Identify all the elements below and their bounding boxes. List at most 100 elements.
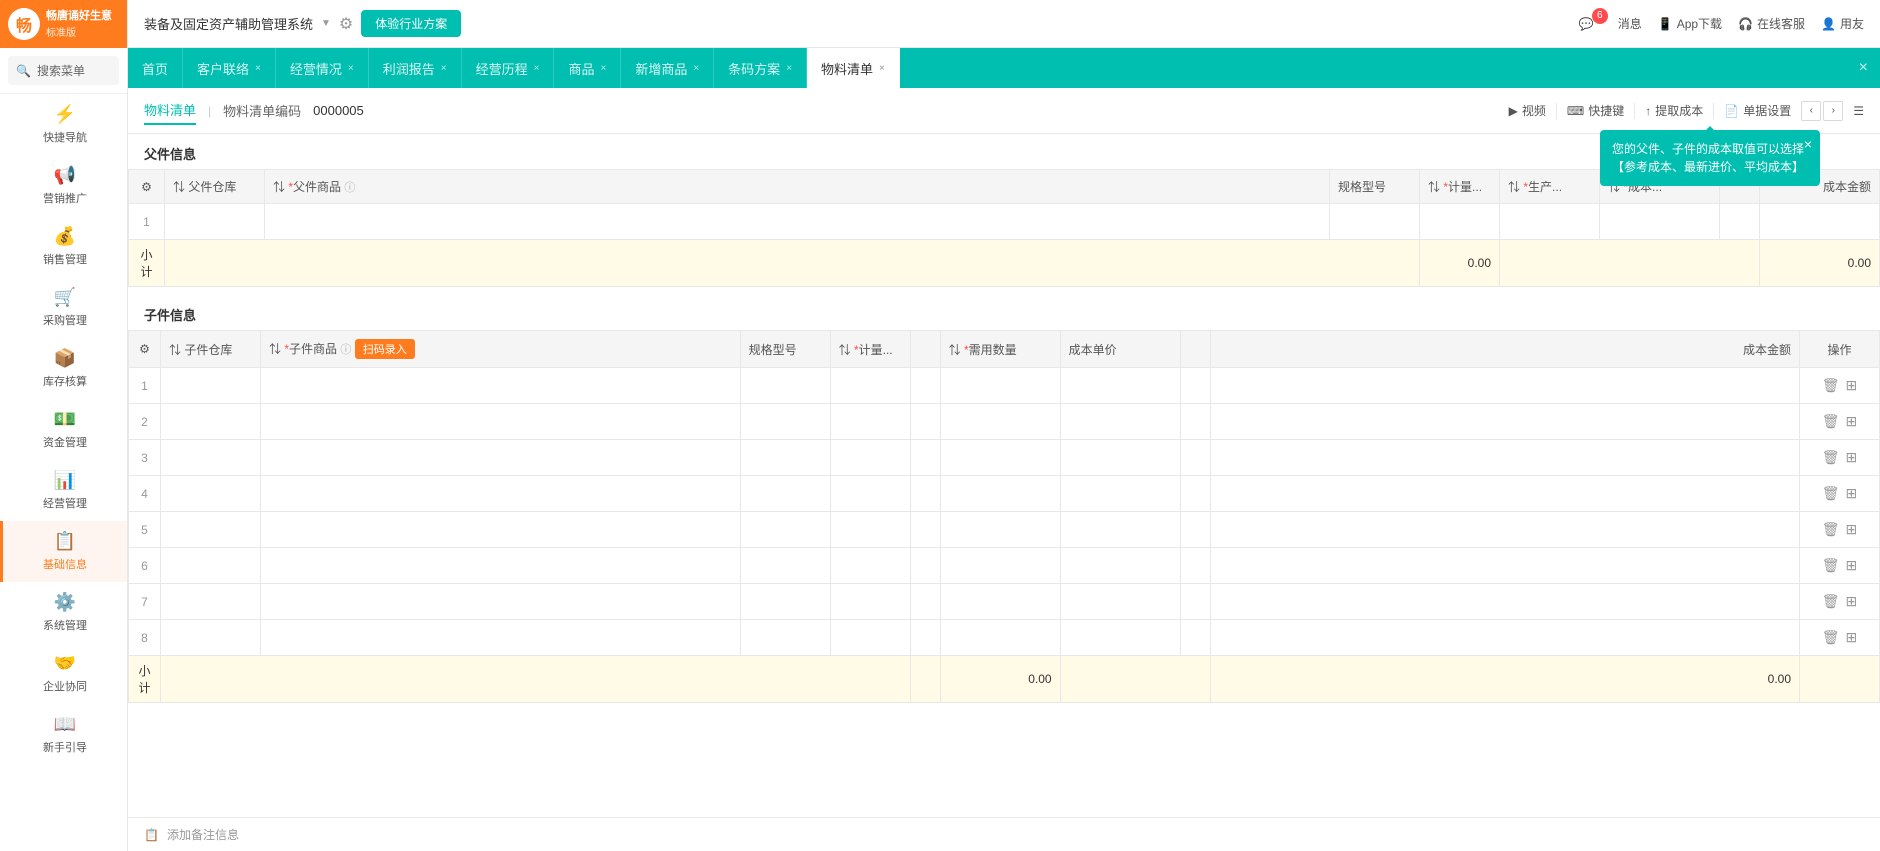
child-qty-3[interactable] <box>940 440 1060 476</box>
settings-icon[interactable]: ⚙ <box>339 14 353 34</box>
child-unit-7[interactable] <box>830 584 910 620</box>
tab-customer[interactable]: 客户联络 × <box>183 48 276 88</box>
user-item[interactable]: 👤 用友 <box>1821 15 1864 32</box>
tab-home[interactable]: 首页 <box>128 48 183 88</box>
sidebar-item-operations[interactable]: 📊 经营管理 <box>0 460 127 521</box>
child-product-2[interactable] <box>261 404 741 440</box>
tab-history[interactable]: 经营历程 × <box>462 48 555 88</box>
tab-operations[interactable]: 经营情况 × <box>276 48 369 88</box>
child-warehouse-8[interactable] <box>161 620 261 656</box>
trial-button[interactable]: 体验行业方案 <box>361 10 461 37</box>
tab-bom[interactable]: 物料清单 × <box>807 48 900 88</box>
copy-icon-4[interactable]: ⊞ <box>1846 485 1858 502</box>
page-tab-code[interactable]: 物料清单编码 <box>223 97 301 124</box>
parent-warehouse-1[interactable] <box>165 204 265 240</box>
sidebar-item-purchase[interactable]: 🛒 采购管理 <box>0 277 127 338</box>
scan-button[interactable]: 扫码录入 <box>355 339 415 359</box>
sidebar-item-finance[interactable]: 💵 资金管理 <box>0 399 127 460</box>
tab-close-all[interactable]: × <box>1847 48 1880 88</box>
sidebar-item-inventory[interactable]: 📦 库存核算 <box>0 338 127 399</box>
copy-icon-5[interactable]: ⊞ <box>1846 521 1858 538</box>
toolbar-shortcut[interactable]: ⌨ 快捷键 <box>1567 102 1624 119</box>
tab-barcode[interactable]: 条码方案 × <box>714 48 807 88</box>
tooltip-close-btn[interactable]: × <box>1804 134 1812 155</box>
child-unit-4[interactable] <box>830 476 910 512</box>
child-product-6[interactable] <box>261 548 741 584</box>
sidebar-item-sales[interactable]: 💰 销售管理 <box>0 216 127 277</box>
delete-icon-8[interactable]: 🗑 <box>1822 629 1840 646</box>
child-unit-3[interactable] <box>830 440 910 476</box>
child-qty-8[interactable] <box>940 620 1060 656</box>
child-warehouse-1[interactable] <box>161 368 261 404</box>
delete-icon-4[interactable]: 🗑 <box>1822 485 1840 502</box>
child-warehouse-7[interactable] <box>161 584 261 620</box>
tab-customer-close[interactable]: × <box>255 63 261 74</box>
tab-bom-close[interactable]: × <box>879 63 885 74</box>
child-qty-5[interactable] <box>940 512 1060 548</box>
child-product-3[interactable] <box>261 440 741 476</box>
toolbar-extract-cost[interactable]: ↑ 提取成本 <box>1645 102 1703 119</box>
child-product-4[interactable] <box>261 476 741 512</box>
sidebar-item-marketing[interactable]: 📢 营销推广 <box>0 155 127 216</box>
child-qty-2[interactable] <box>940 404 1060 440</box>
child-warehouse-3[interactable] <box>161 440 261 476</box>
tab-history-close[interactable]: × <box>534 63 540 74</box>
parent-col-settings[interactable]: ⚙ <box>129 170 165 204</box>
parent-cost-1[interactable] <box>1600 204 1720 240</box>
copy-icon-8[interactable]: ⊞ <box>1846 629 1858 646</box>
child-unit-8[interactable] <box>830 620 910 656</box>
child-unit-5[interactable] <box>830 512 910 548</box>
parent-product-1[interactable] <box>265 204 1330 240</box>
copy-icon-6[interactable]: ⊞ <box>1846 557 1858 574</box>
message-item[interactable]: 💬 6 消息 <box>1579 15 1642 32</box>
sidebar-item-guide[interactable]: 📖 新手引导 <box>0 704 127 765</box>
delete-icon-7[interactable]: 🗑 <box>1822 593 1840 610</box>
child-qty-7[interactable] <box>940 584 1060 620</box>
delete-icon-1[interactable]: 🗑 <box>1822 377 1840 394</box>
child-warehouse-5[interactable] <box>161 512 261 548</box>
child-product-1[interactable] <box>261 368 741 404</box>
child-unit-6[interactable] <box>830 548 910 584</box>
child-warehouse-6[interactable] <box>161 548 261 584</box>
child-col-settings[interactable]: ⚙ <box>129 331 161 368</box>
tab-profit-close[interactable]: × <box>441 63 447 74</box>
copy-icon-3[interactable]: ⊞ <box>1846 449 1858 466</box>
app-download-item[interactable]: 📱 App下载 <box>1658 15 1722 32</box>
child-qty-1[interactable] <box>940 368 1060 404</box>
parent-prod-1[interactable] <box>1500 204 1600 240</box>
child-product-5[interactable] <box>261 512 741 548</box>
toolbar-settings[interactable]: 📄 单据设置 <box>1724 102 1791 119</box>
copy-icon-1[interactable]: ⊞ <box>1846 377 1858 394</box>
parent-unit-1[interactable] <box>1420 204 1500 240</box>
tab-add-product-close[interactable]: × <box>693 63 699 74</box>
page-tab-bom[interactable]: 物料清单 <box>144 96 196 125</box>
delete-icon-6[interactable]: 🗑 <box>1822 557 1840 574</box>
delete-icon-2[interactable]: 🗑 <box>1822 413 1840 430</box>
online-service-item[interactable]: 🎧 在线客服 <box>1738 15 1805 32</box>
toolbar-grid-view[interactable]: ☰ <box>1853 104 1864 118</box>
sidebar-item-enterprise[interactable]: 🤝 企业协同 <box>0 643 127 704</box>
child-qty-6[interactable] <box>940 548 1060 584</box>
child-product-7[interactable] <box>261 584 741 620</box>
tab-product-close[interactable]: × <box>600 63 606 74</box>
delete-icon-5[interactable]: 🗑 <box>1822 521 1840 538</box>
child-unit-1[interactable] <box>830 368 910 404</box>
copy-icon-7[interactable]: ⊞ <box>1846 593 1858 610</box>
child-unit-2[interactable] <box>830 404 910 440</box>
child-qty-4[interactable] <box>940 476 1060 512</box>
sidebar-item-shortcut[interactable]: ⚡ 快捷导航 <box>0 94 127 155</box>
search-menu-button[interactable]: 🔍 搜索菜单 <box>8 56 119 85</box>
tab-operations-close[interactable]: × <box>348 63 354 74</box>
tab-profit[interactable]: 利润报告 × <box>369 48 462 88</box>
copy-icon-2[interactable]: ⊞ <box>1846 413 1858 430</box>
delete-icon-3[interactable]: 🗑 <box>1822 449 1840 466</box>
child-warehouse-2[interactable] <box>161 404 261 440</box>
tab-add-product[interactable]: 新增商品 × <box>621 48 714 88</box>
tab-product[interactable]: 商品 × <box>554 48 621 88</box>
toolbar-video[interactable]: ▶ 视频 <box>1509 102 1546 119</box>
nav-prev-btn[interactable]: ‹ <box>1801 101 1821 121</box>
child-warehouse-4[interactable] <box>161 476 261 512</box>
sidebar-item-basic[interactable]: 📋 基础信息 <box>0 521 127 582</box>
nav-next-btn[interactable]: › <box>1823 101 1843 121</box>
tab-barcode-close[interactable]: × <box>786 63 792 74</box>
